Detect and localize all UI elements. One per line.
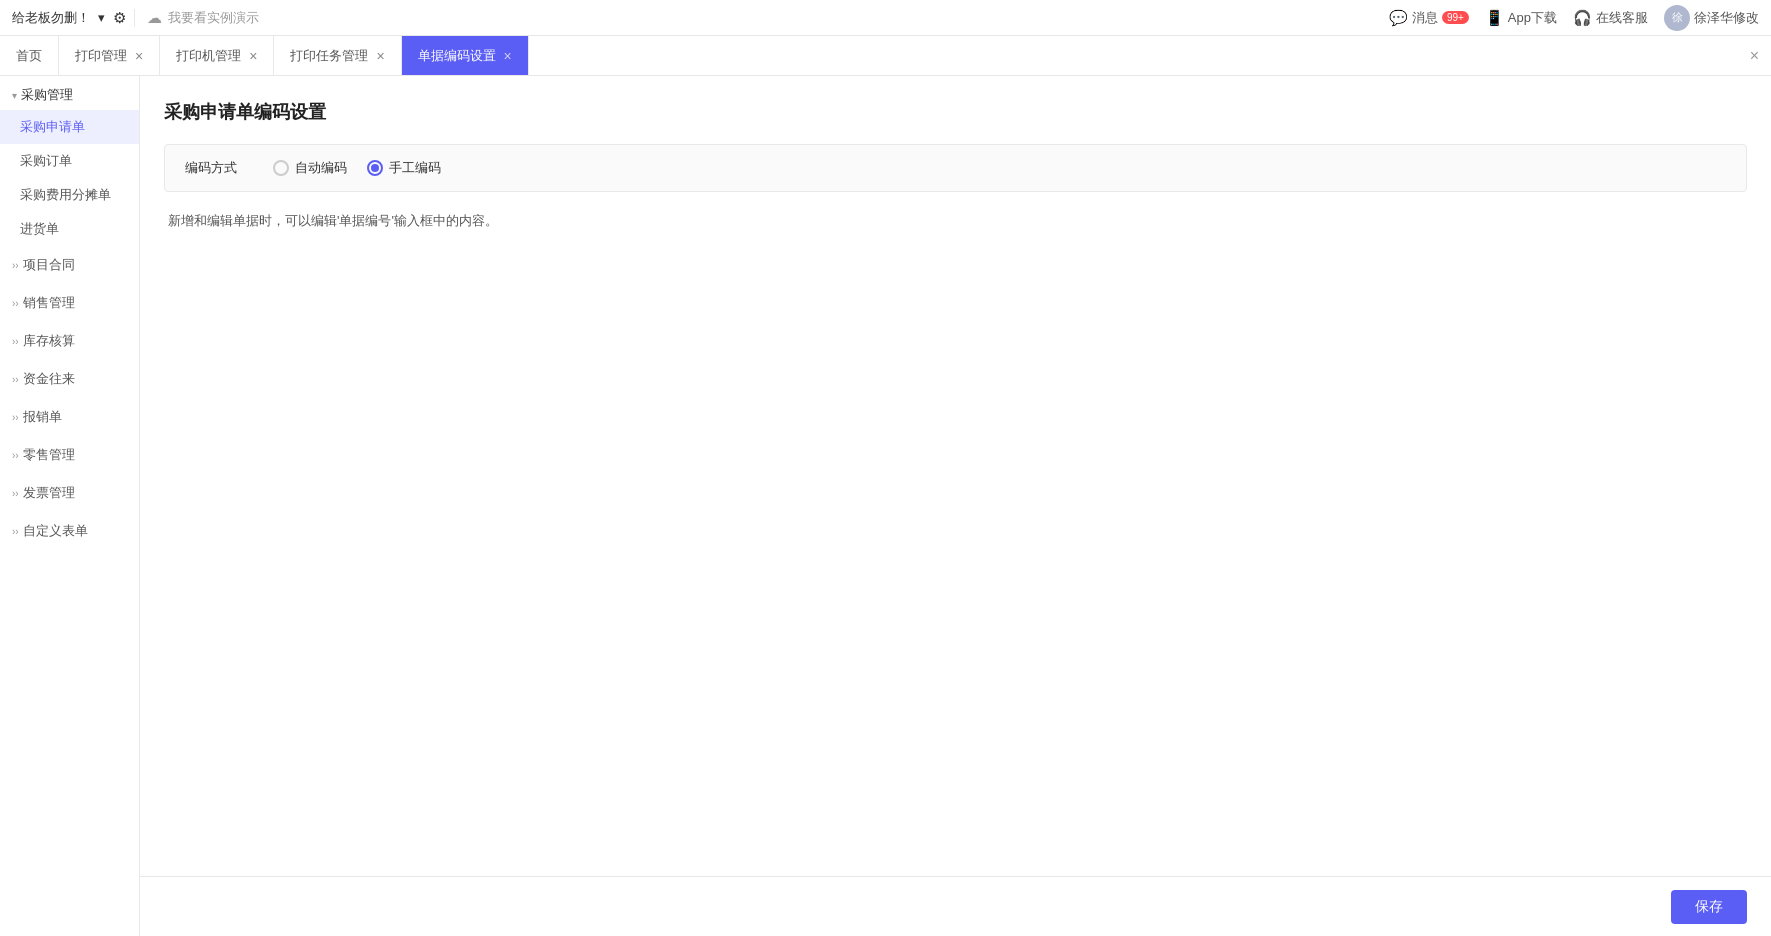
sidebar-item-inventory[interactable]: › 库存核算 [0, 322, 139, 360]
sidebar-item-project-contract[interactable]: › 项目合同 [0, 246, 139, 284]
custom-form-chevron-icon: › [12, 526, 19, 537]
content-area: 采购申请单编码设置 编码方式 自动编码 手工编码 新增和编辑单据时，可以编辑'单… [140, 76, 1771, 876]
coding-method-section: 编码方式 自动编码 手工编码 [164, 144, 1747, 192]
purchase-chevron-icon: ▾ [12, 90, 17, 101]
page-title: 采购申请单编码设置 [164, 100, 1747, 124]
tab-print-task-close[interactable]: × [376, 48, 384, 64]
sidebar-item-capital[interactable]: › 资金往来 [0, 360, 139, 398]
top-bar-right: 消息 99+ App下载 在线客服 徐 徐泽华修改 [1389, 5, 1759, 31]
stock-in-label: 进货单 [20, 221, 59, 236]
purchase-request-label: 采购申请单 [20, 119, 85, 134]
message-icon [1389, 9, 1408, 27]
project-contract-label: 项目合同 [23, 256, 75, 274]
top-bar: 给老板勿删！ 我要看实例演示 消息 99+ App下载 在线客服 徐 徐泽华修改 [0, 0, 1771, 36]
tab-print-mgmt-close[interactable]: × [135, 48, 143, 64]
content-footer: 保存 [140, 876, 1771, 936]
sidebar-item-retail[interactable]: › 零售管理 [0, 436, 139, 474]
tab-barcode-setting-close[interactable]: × [504, 48, 512, 64]
online-service-button[interactable]: 在线客服 [1573, 9, 1648, 27]
sidebar-group-purchase-title[interactable]: ▾ 采购管理 [0, 76, 139, 110]
tab-print-mgmt[interactable]: 打印管理 × [59, 36, 160, 75]
tab-home-label: 首页 [16, 47, 42, 65]
tab-print-mgmt-label: 打印管理 [75, 47, 127, 65]
user-name: 徐泽华修改 [1694, 9, 1759, 27]
inventory-label: 库存核算 [23, 332, 75, 350]
sidebar-item-custom-form[interactable]: › 自定义表单 [0, 512, 139, 550]
title-dropdown-icon[interactable] [98, 10, 105, 25]
user-profile[interactable]: 徐 徐泽华修改 [1664, 5, 1759, 31]
invoice-chevron-icon: › [12, 488, 19, 499]
capital-chevron-icon: › [12, 374, 19, 385]
tab-printer-mgmt[interactable]: 打印机管理 × [160, 36, 274, 75]
sales-label: 销售管理 [23, 294, 75, 312]
auto-code-radio[interactable] [273, 160, 289, 176]
tab-bar-close-all[interactable]: × [1750, 47, 1759, 65]
top-search[interactable]: 我要看实例演示 [134, 9, 259, 27]
tab-bar: 首页 打印管理 × 打印机管理 × 打印任务管理 × 单据编码设置 × × [0, 36, 1771, 76]
sidebar-item-stock-in[interactable]: 进货单 [0, 212, 139, 246]
search-text[interactable]: 我要看实例演示 [168, 9, 259, 27]
purchase-order-label: 采购订单 [20, 153, 72, 168]
hint-text: 新增和编辑单据时，可以编辑'单据编号'输入框中的内容。 [164, 212, 1747, 230]
manual-code-label: 手工编码 [389, 159, 441, 177]
manual-code-radio[interactable] [367, 160, 383, 176]
tab-print-task-label: 打印任务管理 [290, 47, 368, 65]
main-content: 采购申请单编码设置 编码方式 自动编码 手工编码 新增和编辑单据时，可以编辑'单… [140, 76, 1771, 936]
save-button[interactable]: 保存 [1671, 890, 1747, 924]
tab-barcode-setting-label: 单据编码设置 [418, 47, 496, 65]
radio-group: 自动编码 手工编码 [273, 159, 441, 177]
returns-chevron-icon: › [12, 412, 19, 423]
service-icon [1573, 9, 1592, 27]
inventory-chevron-icon: › [12, 336, 19, 347]
message-label: 消息 [1412, 9, 1438, 27]
app-download-button[interactable]: App下载 [1485, 9, 1557, 27]
tab-home[interactable]: 首页 [0, 36, 59, 75]
purchase-group-label: 采购管理 [21, 86, 73, 104]
message-badge: 99+ [1442, 11, 1469, 24]
sidebar-item-purchase-request[interactable]: 采购申请单 [0, 110, 139, 144]
sales-chevron-icon: › [12, 298, 19, 309]
tab-barcode-setting[interactable]: 单据编码设置 × [402, 36, 529, 75]
purchase-expense-label: 采购费用分摊单 [20, 187, 111, 202]
app-label: App下载 [1508, 9, 1557, 27]
custom-form-label: 自定义表单 [23, 522, 88, 540]
tab-print-task[interactable]: 打印任务管理 × [274, 36, 401, 75]
sidebar-item-invoice[interactable]: › 发票管理 [0, 474, 139, 512]
sidebar-item-purchase-order[interactable]: 采购订单 [0, 144, 139, 178]
manual-code-option[interactable]: 手工编码 [367, 159, 441, 177]
auto-code-label: 自动编码 [295, 159, 347, 177]
returns-label: 报销单 [23, 408, 62, 426]
top-bar-left: 给老板勿删！ 我要看实例演示 [12, 9, 259, 27]
sidebar: ▾ 采购管理 采购申请单 采购订单 采购费用分摊单 进货单 › 项目合同 › 销… [0, 76, 140, 936]
auto-code-option[interactable]: 自动编码 [273, 159, 347, 177]
retail-label: 零售管理 [23, 446, 75, 464]
cloud-icon [147, 9, 162, 27]
retail-chevron-icon: › [12, 450, 19, 461]
project-contract-chevron-icon: › [12, 260, 19, 271]
sidebar-item-returns[interactable]: › 报销单 [0, 398, 139, 436]
sidebar-item-sales[interactable]: › 销售管理 [0, 284, 139, 322]
message-button[interactable]: 消息 99+ [1389, 9, 1469, 27]
tab-printer-mgmt-label: 打印机管理 [176, 47, 241, 65]
app-icon [1485, 9, 1504, 27]
settings-icon[interactable] [113, 9, 126, 27]
app-title: 给老板勿删！ [12, 9, 90, 27]
sidebar-group-purchase: ▾ 采购管理 采购申请单 采购订单 采购费用分摊单 进货单 [0, 76, 139, 246]
tab-printer-mgmt-close[interactable]: × [249, 48, 257, 64]
invoice-label: 发票管理 [23, 484, 75, 502]
capital-label: 资金往来 [23, 370, 75, 388]
coding-method-label: 编码方式 [185, 159, 237, 177]
main-layout: ▾ 采购管理 采购申请单 采购订单 采购费用分摊单 进货单 › 项目合同 › 销… [0, 76, 1771, 936]
service-label: 在线客服 [1596, 9, 1648, 27]
sidebar-item-purchase-expense[interactable]: 采购费用分摊单 [0, 178, 139, 212]
avatar: 徐 [1664, 5, 1690, 31]
